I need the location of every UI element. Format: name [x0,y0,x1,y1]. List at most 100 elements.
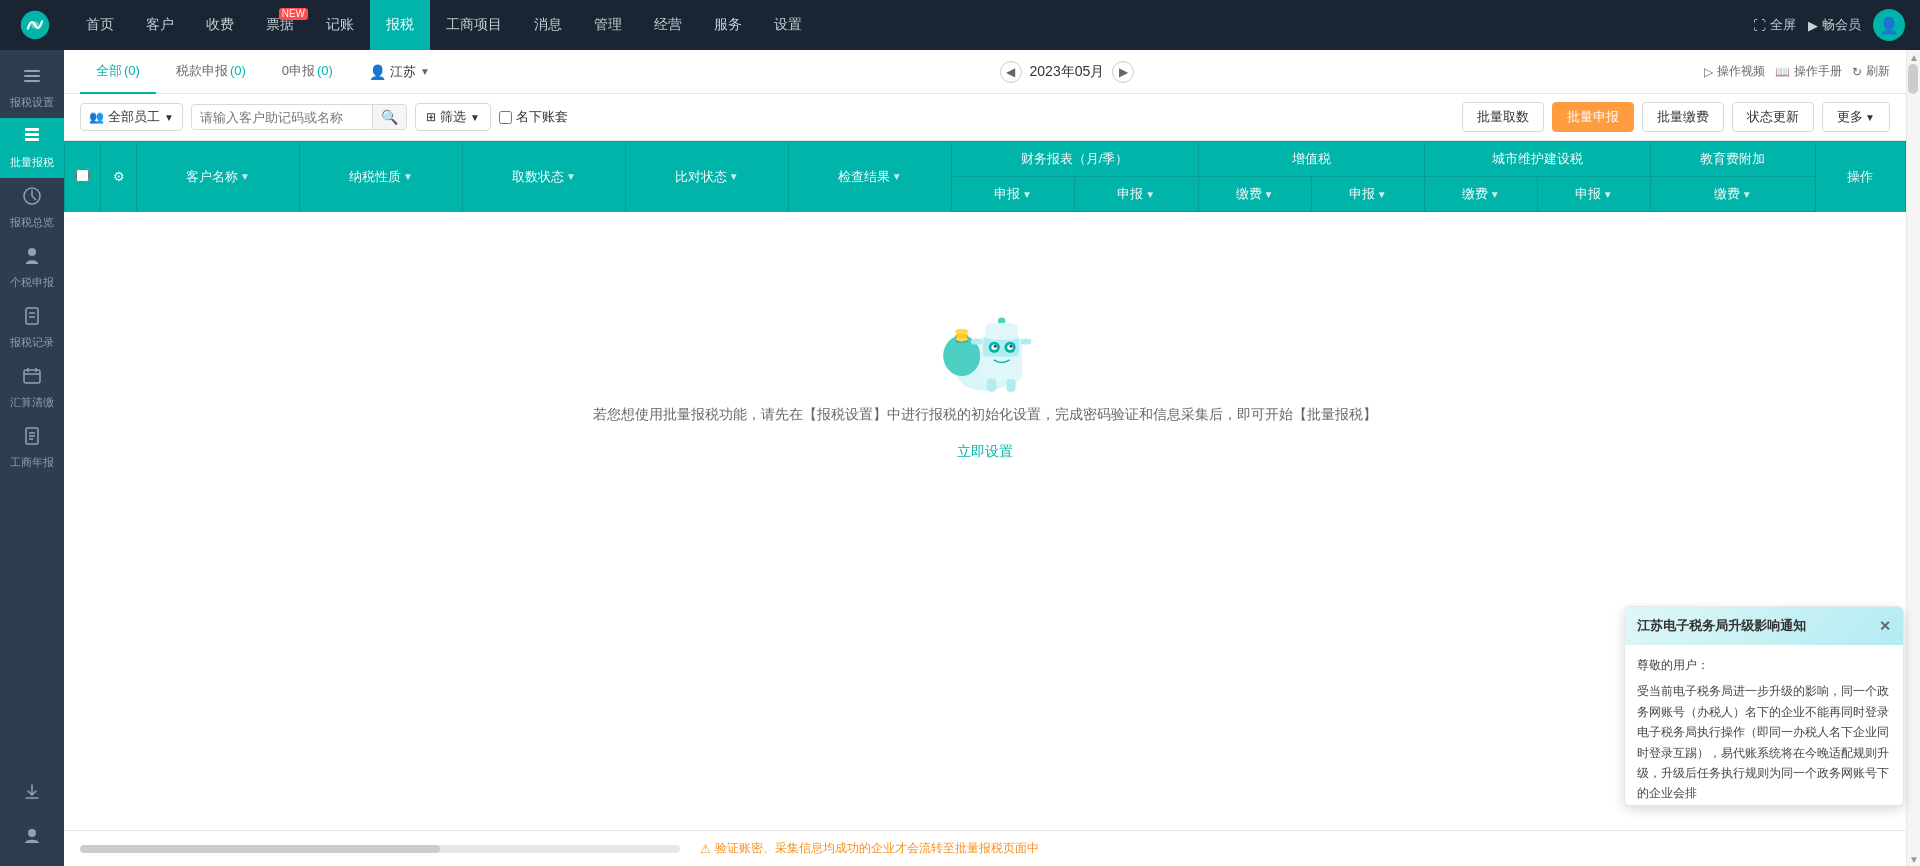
nav-customer[interactable]: 客户 [130,0,190,50]
sidebar-download[interactable] [0,772,64,812]
search-input[interactable] [192,106,372,129]
filter-button[interactable]: ⊞ 筛选 ▼ [415,103,491,131]
nav-manage[interactable]: 管理 [578,0,638,50]
svg-point-9 [28,248,36,256]
scroll-up-arrow[interactable]: ▲ [1907,50,1920,64]
batch-pay-button[interactable]: 批量缴费 [1642,102,1724,132]
horizontal-scrollbar[interactable] [80,845,680,853]
nav-service[interactable]: 服务 [698,0,758,50]
filter-icon-3: ▼ [566,171,576,182]
nav-message[interactable]: 消息 [518,0,578,50]
sidebar-item-annual-report[interactable]: 工商年报 [0,418,64,478]
th-customer-name-filter[interactable]: 客户名称 ▼ [186,168,250,186]
sidebar-user[interactable] [0,816,64,856]
employee-icon: 👥 [89,110,104,124]
tab-all[interactable]: 全部 (0) [80,50,156,94]
th-vat-pay: 缴费 ▼ [1198,177,1311,212]
nav-invoice[interactable]: 票据 NEW [250,0,310,50]
personal-tax-icon [22,246,42,271]
nav-tax[interactable]: 报税 [370,0,430,50]
search-box: 🔍 [191,104,407,130]
th-tax-type-filter[interactable]: 纳税性质 ▼ [349,168,413,186]
member-button[interactable]: ▶ 畅会员 [1808,16,1861,34]
notice-body: 尊敬的用户： 受当前电子税务局进一步升级的影响，同一个政务网账号（办税人）名下的… [1625,645,1903,805]
tabs-bar: 全部 (0) 税款申报 (0) 0申报 (0) 👤 江苏 ▼ ◀ 2023年05… [64,50,1906,94]
th-checkbox[interactable] [65,142,101,212]
th-compare-status-filter[interactable]: 比对状态 ▼ [675,168,739,186]
current-month: 2023年05月 [1030,63,1105,81]
scroll-down-arrow[interactable]: ▼ [1907,852,1920,866]
top-navigation: 首页 客户 收费 票据 NEW 记账 报税 工商项目 消息 管理 经营 服务 设… [0,0,1920,50]
search-button[interactable]: 🔍 [372,105,406,129]
operation-video-button[interactable]: ▷ 操作视频 [1704,63,1765,80]
th-edu-pay: 缴费 ▼ [1650,177,1815,212]
th-check-result-filter[interactable]: 检查结果 ▼ [838,168,902,186]
nav-operation[interactable]: 经营 [638,0,698,50]
refresh-button[interactable]: ↻ 刷新 [1852,63,1890,80]
scrollbar-thumb [80,845,440,853]
nav-items: 首页 客户 收费 票据 NEW 记账 报税 工商项目 消息 管理 经营 服务 设… [70,0,1753,50]
filter-icon-10: ▼ [1490,189,1500,200]
tab-tax-declare[interactable]: 税款申报 (0) [160,50,262,94]
svg-rect-4 [24,80,40,82]
batch-declare-button[interactable]: 批量申报 [1552,102,1634,132]
th-financial-report: 财务报表（月/季） [951,142,1198,177]
empty-state: 若您想使用批量报税功能，请先在【报税设置】中进行报税的初始化设置，完成密码验证和… [65,212,1906,521]
logo[interactable] [10,0,60,50]
avatar-icon: 👤 [1879,16,1899,35]
top-nav-right: ⛶ 全屏 ▶ 畅会员 👤 [1753,9,1905,41]
operation-manual-button[interactable]: 📖 操作手册 [1775,63,1842,80]
checkbox-sub-accounts[interactable]: 名下账套 [499,108,568,126]
select-all-checkbox[interactable] [76,169,89,182]
robot-illustration [920,272,1050,402]
sidebar-bottom [0,772,64,866]
sidebar-item-personal-tax[interactable]: 个税申报 [0,238,64,298]
svg-rect-37 [1020,339,1031,345]
notice-panel: 江苏电子税务局升级影响通知 ✕ 尊敬的用户： 受当前电子税务局进一步升级的影响，… [1624,606,1904,806]
batch-tax-icon [22,126,42,151]
more-chevron-icon: ▼ [1865,112,1875,123]
filter-icon-8: ▼ [1264,189,1274,200]
filter-chevron-icon: ▼ [470,112,480,123]
sidebar-item-tax-settings[interactable]: 报税设置 [0,58,64,118]
th-settings[interactable]: ⚙ [101,142,137,212]
filter-icon-7: ▼ [1145,189,1155,200]
refresh-icon: ↻ [1852,65,1862,79]
notice-close-button[interactable]: ✕ [1879,619,1891,633]
svg-rect-6 [25,133,39,136]
setup-link[interactable]: 立即设置 [957,443,1013,461]
nav-business[interactable]: 工商项目 [430,0,518,50]
filter-icon-11: ▼ [1603,189,1613,200]
batch-fetch-button[interactable]: 批量取数 [1462,102,1544,132]
nav-bookkeeping[interactable]: 记账 [310,0,370,50]
prev-month-button[interactable]: ◀ [1000,61,1022,83]
fullscreen-button[interactable]: ⛶ 全屏 [1753,16,1796,34]
tab-zero-declare[interactable]: 0申报 (0) [266,50,349,94]
sidebar-item-overview[interactable]: 报税总览 [0,178,64,238]
nav-settings[interactable]: 设置 [758,0,818,50]
sidebar-item-tax-records[interactable]: 报税记录 [0,298,64,358]
scroll-track[interactable] [1907,64,1920,852]
sidebar-item-annual-clear[interactable]: 汇算清缴 [0,358,64,418]
filter-icon-5: ▼ [892,171,902,182]
sidebar-item-batch-tax[interactable]: 批量报税 [0,118,64,178]
th-fetch-status-filter[interactable]: 取数状态 ▼ [512,168,576,186]
person-icon: 👤 [369,64,386,80]
avatar[interactable]: 👤 [1873,9,1905,41]
province-selector[interactable]: 👤 江苏 ▼ [369,63,430,81]
nav-home[interactable]: 首页 [70,0,130,50]
right-scrollbar[interactable]: ▲ ▼ [1906,50,1920,866]
svg-rect-38 [987,379,996,392]
annual-report-icon [22,426,42,451]
next-month-button[interactable]: ▶ [1112,61,1134,83]
th-education-tax: 教育费附加 [1650,142,1815,177]
filter-icon-2: ▼ [403,171,413,182]
status-update-button[interactable]: 状态更新 [1732,102,1814,132]
fullscreen-icon: ⛶ [1753,18,1766,33]
more-button[interactable]: 更多 ▼ [1822,102,1890,132]
filter-icon-4: ▼ [729,171,739,182]
employee-select[interactable]: 👥 全部员工 ▼ [80,103,183,131]
annual-clear-icon [22,366,42,391]
nav-billing[interactable]: 收费 [190,0,250,50]
sub-accounts-checkbox[interactable] [499,111,512,124]
